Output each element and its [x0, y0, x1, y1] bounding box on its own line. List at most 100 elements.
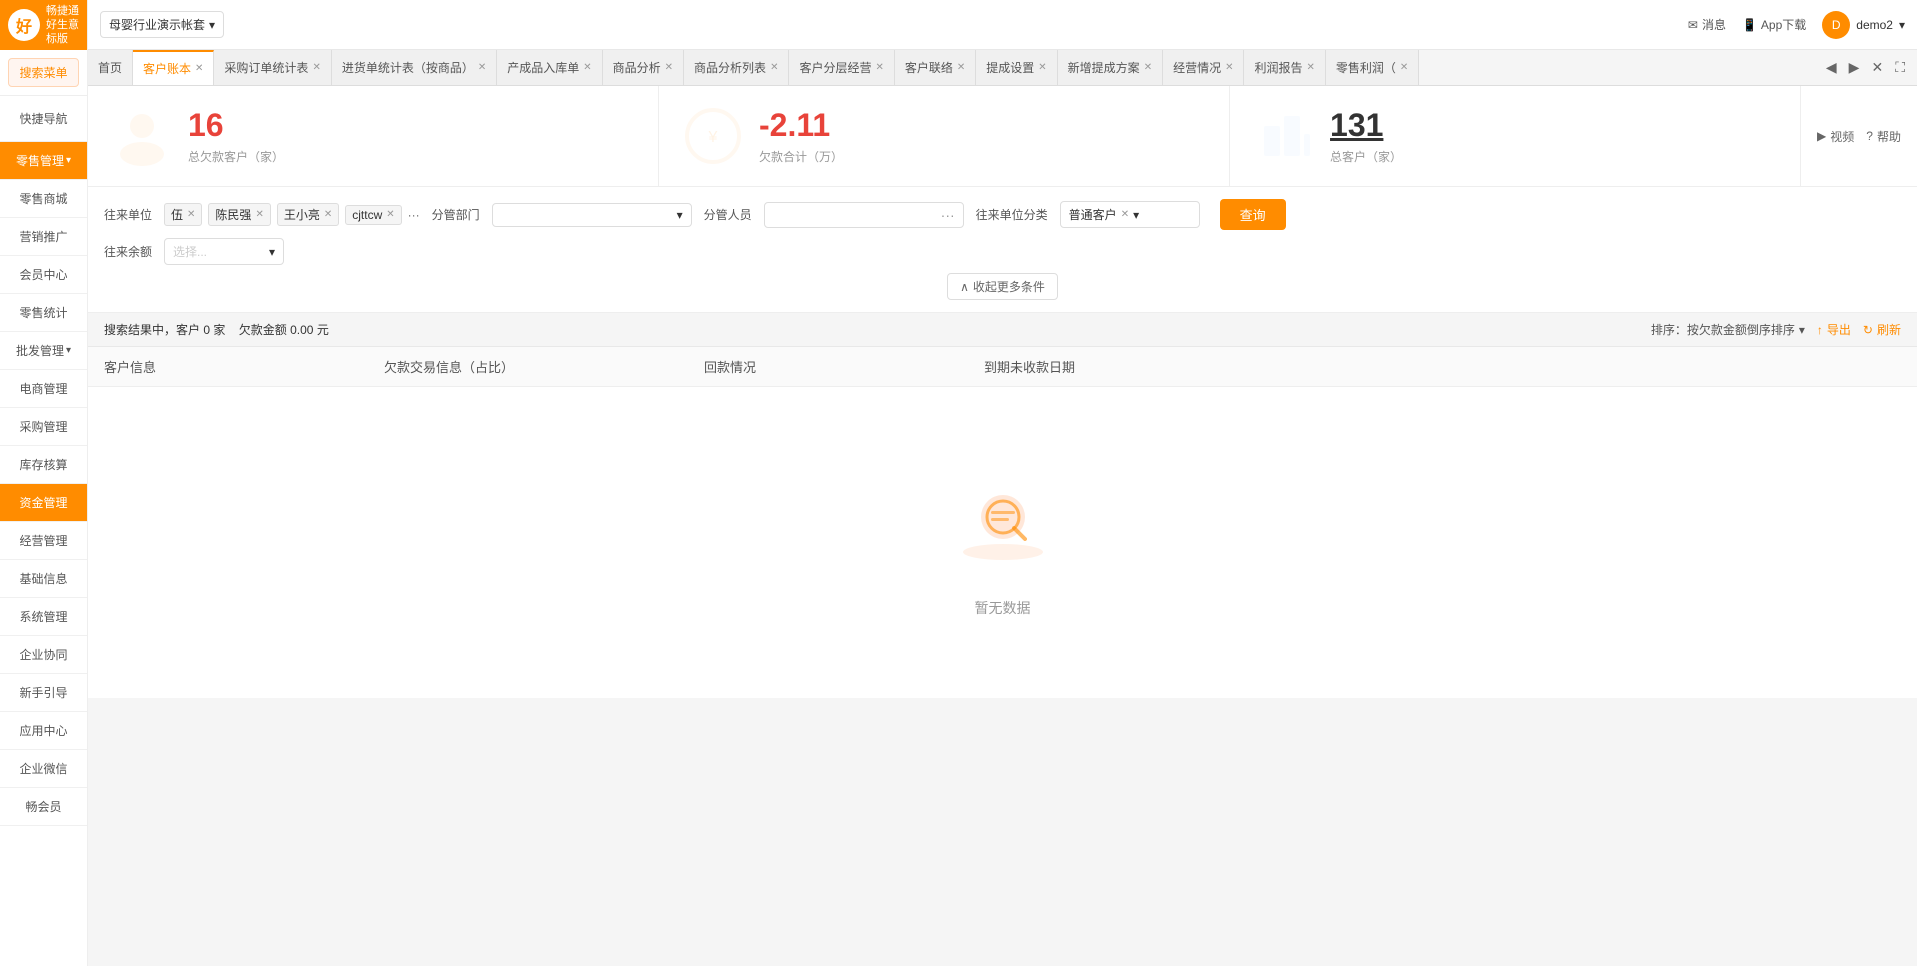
stat-label-total: 总客户（家）	[1330, 148, 1402, 165]
sidebar-item-inventory[interactable]: 库存核算	[0, 446, 87, 484]
tab-home[interactable]: 首页	[88, 50, 133, 86]
sidebar-item-basic-info[interactable]: 基础信息	[0, 560, 87, 598]
sidebar-item-operation-mgmt[interactable]: 经营管理	[0, 522, 87, 560]
tab-operation[interactable]: 经营情况 ✕	[1163, 50, 1244, 86]
tabs-fullscreen-button[interactable]: ⛶	[1891, 57, 1909, 78]
tab-new-raise-plan[interactable]: 新增提成方案 ✕	[1058, 50, 1163, 86]
stat-card-2-info: -2.11 欠款合计（万）	[759, 107, 843, 165]
dept-select[interactable]: ▾	[492, 203, 692, 227]
result-bar: 搜索结果中，客户 0 家 欠款金额 0.00 元 排序：按欠款金额倒序排序 ▾ …	[88, 313, 1917, 347]
tab-close-icon[interactable]: ✕	[1144, 62, 1152, 73]
avatar: D	[1822, 11, 1850, 39]
stats-actions: ▶ 视频 ? 帮助	[1801, 86, 1917, 186]
tab-close-icon[interactable]: ✕	[195, 63, 203, 74]
tabs-prev-button[interactable]: ◀	[1822, 57, 1841, 78]
tab-production-inbound[interactable]: 产成品入库单 ✕	[497, 50, 602, 86]
message-icon: ✉	[1688, 18, 1698, 32]
unit-class-select[interactable]: 普通客户 ✕ ▾	[1060, 201, 1200, 228]
tab-goods-analysis[interactable]: 商品分析 ✕	[603, 50, 684, 86]
collapse-button[interactable]: ∧ 收起更多条件	[947, 273, 1058, 300]
tab-goods-analysis-list[interactable]: 商品分析列表 ✕	[684, 50, 789, 86]
refresh-button[interactable]: ↻ 刷新	[1863, 321, 1901, 338]
tab-label: 产成品入库单	[507, 59, 579, 76]
tab-customer-contact[interactable]: 客户联络 ✕	[895, 50, 976, 86]
video-button[interactable]: ▶ 视频	[1817, 128, 1854, 145]
tabs-close-all-button[interactable]: ✕	[1867, 57, 1887, 78]
tab-close-icon[interactable]: ✕	[957, 62, 965, 73]
tag-close-1[interactable]: ✕	[255, 209, 263, 220]
sidebar-item-retail-mgmt[interactable]: 零售管理 ▾	[0, 142, 87, 180]
sidebar-item-member2[interactable]: 畅会员	[0, 788, 87, 826]
tab-close-icon[interactable]: ✕	[312, 62, 320, 73]
unit-class-tag-close[interactable]: ✕	[1121, 209, 1129, 220]
sidebar-item-finance[interactable]: 资金管理	[0, 484, 87, 522]
tab-inbound-stats[interactable]: 进货单统计表（按商品） ✕	[332, 50, 497, 86]
sidebar: 好 畅捷通好生意 标版 搜索菜单 快捷导航 零售管理 ▾ 零售商城 营销推广 会…	[0, 0, 88, 966]
tab-retail-profit[interactable]: 零售利润（ ✕	[1326, 50, 1419, 86]
col-header-1: 欠款交易信息（占比）	[384, 357, 704, 376]
tab-profit-report[interactable]: 利润报告 ✕	[1244, 50, 1325, 86]
tag-close-0[interactable]: ✕	[187, 209, 195, 220]
tab-close-icon[interactable]: ✕	[1225, 62, 1233, 73]
account-selector-label: 母婴行业演示帐套	[109, 16, 205, 33]
tab-label: 新增提成方案	[1068, 59, 1140, 76]
sidebar-item-enterprise-wechat[interactable]: 企业微信	[0, 750, 87, 788]
tab-accounts[interactable]: 客户账本 ✕	[133, 50, 214, 86]
sidebar-item-retail-mall[interactable]: 零售商城	[0, 180, 87, 218]
query-button[interactable]: 查询	[1220, 199, 1286, 230]
table-header: 客户信息 欠款交易信息（占比） 回款情况 到期未收款日期	[88, 347, 1917, 387]
person-select[interactable]: ···	[764, 202, 964, 228]
help-button[interactable]: ? 帮助	[1866, 128, 1901, 145]
app-download-button[interactable]: 📱 App下载	[1742, 16, 1806, 33]
chevron-down-icon: ▾	[209, 18, 215, 32]
tab-customer-seg[interactable]: 客户分层经营 ✕	[789, 50, 894, 86]
tag-close-3[interactable]: ✕	[386, 209, 394, 220]
sidebar-item-label: 采购管理	[19, 420, 67, 434]
quick-nav-button[interactable]: 快捷导航	[8, 104, 79, 133]
tab-close-icon[interactable]: ✕	[1400, 62, 1408, 73]
chevron-up-icon: ∧	[960, 280, 969, 294]
sidebar-item-batch-mgmt[interactable]: 批发管理 ▾	[0, 332, 87, 370]
app-download-label: App下载	[1761, 16, 1806, 33]
tab-label: 经营情况	[1173, 59, 1221, 76]
sidebar-item-new-guide[interactable]: 新手引导	[0, 674, 87, 712]
tab-raise-settings[interactable]: 提成设置 ✕	[976, 50, 1057, 86]
empty-icon	[953, 467, 1053, 586]
message-button[interactable]: ✉ 消息	[1688, 16, 1726, 33]
sidebar-item-label: 新手引导	[19, 686, 67, 700]
balance-select[interactable]: 选择... ▾	[164, 238, 284, 265]
person-dots[interactable]: ···	[941, 207, 955, 223]
search-menu-button[interactable]: 搜索菜单	[8, 58, 79, 87]
sidebar-item-retail-stats[interactable]: 零售统计	[0, 294, 87, 332]
filter-row-2: 往来余额 选择... ▾	[104, 238, 1901, 265]
tab-close-icon[interactable]: ✕	[1307, 62, 1315, 73]
help-icon: ?	[1866, 129, 1873, 143]
export-button[interactable]: ↑ 导出	[1817, 321, 1851, 338]
sidebar-item-ecommerce[interactable]: 电商管理	[0, 370, 87, 408]
tab-close-icon[interactable]: ✕	[1038, 62, 1046, 73]
sidebar-item-member[interactable]: 会员中心	[0, 256, 87, 294]
account-selector[interactable]: 母婴行业演示帐套 ▾	[100, 11, 224, 38]
export-icon: ↑	[1817, 323, 1823, 337]
tab-close-icon[interactable]: ✕	[665, 62, 673, 73]
tab-close-icon[interactable]: ✕	[770, 62, 778, 73]
sidebar-item-sys-mgmt[interactable]: 系统管理	[0, 598, 87, 636]
user-menu[interactable]: D demo2 ▾	[1822, 11, 1905, 39]
sidebar-item-marketing[interactable]: 营销推广	[0, 218, 87, 256]
tab-close-icon[interactable]: ✕	[583, 62, 591, 73]
more-tags-button[interactable]: ···	[408, 208, 420, 222]
tab-close-icon[interactable]: ✕	[875, 62, 883, 73]
sidebar-item-label: 资金管理	[19, 496, 67, 510]
tab-close-icon[interactable]: ✕	[478, 62, 486, 73]
amount-icon: ¥	[683, 106, 743, 166]
sort-button[interactable]: 排序：按欠款金额倒序排序 ▾	[1651, 321, 1805, 338]
tabs-next-button[interactable]: ▶	[1845, 57, 1864, 78]
refresh-icon: ↻	[1863, 323, 1873, 337]
tag-close-2[interactable]: ✕	[324, 209, 332, 220]
sidebar-item-purchase[interactable]: 采购管理	[0, 408, 87, 446]
sidebar-item-app-center[interactable]: 应用中心	[0, 712, 87, 750]
sidebar-item-enterprise[interactable]: 企业协同	[0, 636, 87, 674]
tab-purchase-orders[interactable]: 采购订单统计表 ✕	[214, 50, 331, 86]
sidebar-item-label: 库存核算	[19, 458, 67, 472]
stat-label-customers: 总欠款客户（家）	[188, 148, 284, 165]
